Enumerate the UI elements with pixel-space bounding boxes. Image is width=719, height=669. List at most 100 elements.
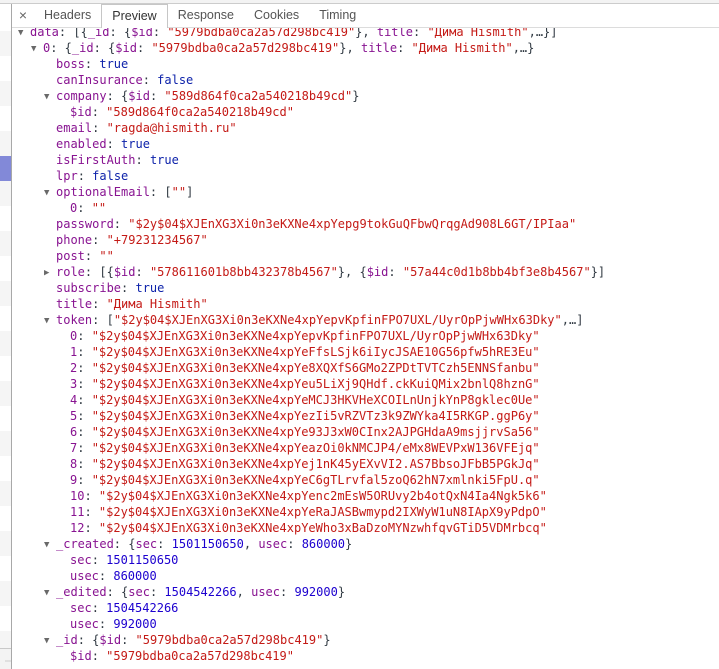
request-row[interactable] bbox=[0, 281, 11, 306]
json-string: "$2y$04$XJEnXG3Xi0n3eKXNe4xpYej1nK45yEXv… bbox=[91, 457, 540, 471]
tree-row[interactable]: 11: "$2y$04$XJEnXG3Xi0n3eKXNe4xpYeRaJASB… bbox=[12, 504, 719, 520]
request-list-rows bbox=[0, 4, 11, 656]
request-row[interactable] bbox=[0, 181, 11, 206]
preview-pane[interactable]: ▼ data: [{_id: {$id: "5979bdba0ca2a57d298… bbox=[12, 28, 719, 669]
tab-timing[interactable]: Timing bbox=[309, 4, 366, 27]
collapse-arrow-icon[interactable]: ▼ bbox=[18, 28, 30, 41]
tree-row[interactable]: usec: 992000 bbox=[12, 616, 719, 632]
request-row[interactable] bbox=[0, 31, 11, 56]
json-string: "Дима Hismith" bbox=[106, 297, 208, 311]
request-row[interactable] bbox=[0, 256, 11, 281]
tree-row[interactable]: ▼ optionalEmail: [""] bbox=[12, 184, 719, 200]
request-list-rail[interactable]: ⋯ bbox=[0, 4, 12, 669]
tree-row[interactable]: 8: "$2y$04$XJEnXG3Xi0n3eKXNe4xpYej1nK45y… bbox=[12, 456, 719, 472]
request-row[interactable] bbox=[0, 556, 11, 581]
tree-row[interactable]: ▶ role: [{$id: "578611601b8bb432378b4567"… bbox=[12, 264, 719, 280]
request-row[interactable] bbox=[0, 606, 11, 631]
tree-row[interactable]: post: "" bbox=[12, 248, 719, 264]
tree-row[interactable]: ▼ data: [{_id: {$id: "5979bdba0ca2a57d298… bbox=[12, 28, 719, 40]
json-key: _edited bbox=[56, 585, 107, 599]
tree-row[interactable]: 4: "$2y$04$XJEnXG3Xi0n3eKXNe4xpYeMCJ3HKV… bbox=[12, 392, 719, 408]
tree-row[interactable]: phone: "+79231234567" bbox=[12, 232, 719, 248]
request-row[interactable] bbox=[0, 106, 11, 131]
json-punctuation: : bbox=[92, 121, 107, 135]
json-key: $id bbox=[366, 265, 389, 279]
tree-row[interactable]: usec: 860000 bbox=[12, 568, 719, 584]
tree-row[interactable]: 6: "$2y$04$XJEnXG3Xi0n3eKXNe4xpYe93J3xW0… bbox=[12, 424, 719, 440]
json-punctuation: : bbox=[388, 265, 403, 279]
tree-row[interactable]: 3: "$2y$04$XJEnXG3Xi0n3eKXNe4xpYeu5LiXj9… bbox=[12, 376, 719, 392]
expand-arrow-icon[interactable]: ▶ bbox=[44, 265, 56, 281]
collapse-arrow-icon[interactable]: ▼ bbox=[44, 89, 56, 105]
tree-row[interactable]: ▼ _created: {sec: 1501150650, usec: 86000… bbox=[12, 536, 719, 552]
request-row[interactable] bbox=[0, 306, 11, 331]
tree-row[interactable]: password: "$2y$04$XJEnXG3Xi0n3eKXNe4xpYe… bbox=[12, 216, 719, 232]
tab-response[interactable]: Response bbox=[168, 4, 244, 27]
tree-row[interactable]: ▼ 0: {_id: {$id: "5979bdba0ca2a57d298bc41… bbox=[12, 40, 719, 56]
tree-row[interactable]: 2: "$2y$04$XJEnXG3Xi0n3eKXNe4xpYe8XQXfS6… bbox=[12, 360, 719, 376]
request-row[interactable] bbox=[0, 56, 11, 81]
json-string: "$2y$04$XJEnXG3Xi0n3eKXNe4xpYepvKpfinFPO… bbox=[91, 329, 540, 343]
request-row[interactable] bbox=[0, 131, 11, 156]
request-row[interactable] bbox=[0, 506, 11, 531]
tree-row[interactable]: sec: 1504542266 bbox=[12, 600, 719, 616]
tree-row[interactable]: subscribe: true bbox=[12, 280, 719, 296]
request-row[interactable] bbox=[0, 431, 11, 456]
request-row[interactable] bbox=[0, 581, 11, 606]
close-icon[interactable]: × bbox=[12, 4, 34, 27]
tree-row[interactable]: ▼ _edited: {sec: 1504542266, usec: 992000… bbox=[12, 584, 719, 600]
tree-row[interactable]: 7: "$2y$04$XJEnXG3Xi0n3eKXNe4xpYeazOi0kN… bbox=[12, 440, 719, 456]
tab-preview[interactable]: Preview bbox=[101, 4, 168, 28]
json-key: usec bbox=[70, 617, 99, 631]
request-row[interactable] bbox=[0, 81, 11, 106]
collapse-arrow-icon[interactable]: ▼ bbox=[44, 313, 56, 329]
json-key: _id bbox=[56, 633, 78, 647]
json-key: title bbox=[56, 297, 93, 311]
collapse-arrow-icon[interactable]: ▼ bbox=[44, 633, 56, 649]
tree-row[interactable]: $id: "589d864f0ca2a540218b49cd" bbox=[12, 104, 719, 120]
tab-headers[interactable]: Headers bbox=[34, 4, 101, 27]
tree-row[interactable]: 10: "$2y$04$XJEnXG3Xi0n3eKXNe4xpYenc2mEs… bbox=[12, 488, 719, 504]
tree-row[interactable]: 1: "$2y$04$XJEnXG3Xi0n3eKXNe4xpYeFfsLSjk… bbox=[12, 344, 719, 360]
request-row-selected[interactable] bbox=[0, 156, 11, 181]
tab-cookies[interactable]: Cookies bbox=[244, 4, 309, 27]
tree-row[interactable]: ▼ _id: {$id: "5979bdba0ca2a57d298bc419"} bbox=[12, 632, 719, 648]
request-row[interactable] bbox=[0, 481, 11, 506]
tree-row[interactable]: 0: "$2y$04$XJEnXG3Xi0n3eKXNe4xpYepvKpfin… bbox=[12, 328, 719, 344]
tree-row[interactable]: sec: 1501150650 bbox=[12, 552, 719, 568]
tree-row[interactable]: 0: "" bbox=[12, 200, 719, 216]
json-punctuation: }, bbox=[339, 41, 361, 55]
tree-row[interactable]: 12: "$2y$04$XJEnXG3Xi0n3eKXNe4xpYeWho3xB… bbox=[12, 520, 719, 536]
collapse-arrow-icon[interactable]: ▼ bbox=[31, 41, 43, 57]
json-punctuation: } bbox=[323, 633, 331, 647]
request-row[interactable] bbox=[0, 406, 11, 431]
tree-row[interactable]: email: "ragda@hismith.ru" bbox=[12, 120, 719, 136]
tree-row[interactable]: 9: "$2y$04$XJEnXG3Xi0n3eKXNe4xpYeC6gTLrv… bbox=[12, 472, 719, 488]
json-number: 992000 bbox=[113, 617, 157, 631]
json-punctuation: ] bbox=[186, 185, 194, 199]
tree-row[interactable]: title: "Дима Hismith" bbox=[12, 296, 719, 312]
request-row[interactable] bbox=[0, 331, 11, 356]
request-row[interactable] bbox=[0, 531, 11, 556]
tree-row[interactable]: enabled: true bbox=[12, 136, 719, 152]
tree-row[interactable]: boss: true bbox=[12, 56, 719, 72]
tree-row[interactable]: $id: "5979bdba0ca2a57d298bc419" bbox=[12, 648, 719, 664]
request-row[interactable] bbox=[0, 206, 11, 231]
tree-row[interactable]: canInsurance: false bbox=[12, 72, 719, 88]
request-row[interactable] bbox=[0, 381, 11, 406]
tree-row[interactable]: ▼ token: ["$2y$04$XJEnXG3Xi0n3eKXNe4xpYep… bbox=[12, 312, 719, 328]
tree-row[interactable]: isFirstAuth: true bbox=[12, 152, 719, 168]
tree-row[interactable]: ▼ company: {$id: "589d864f0ca2a540218b49c… bbox=[12, 88, 719, 104]
request-row[interactable] bbox=[0, 231, 11, 256]
request-row[interactable] bbox=[0, 356, 11, 381]
tree-row[interactable]: lpr: false bbox=[12, 168, 719, 184]
json-key: phone bbox=[56, 233, 93, 247]
collapse-arrow-icon[interactable]: ▼ bbox=[44, 537, 56, 553]
json-punctuation: ,…] bbox=[561, 313, 584, 327]
request-row[interactable] bbox=[0, 456, 11, 481]
tree-row[interactable]: 5: "$2y$04$XJEnXG3Xi0n3eKXNe4xpYezIi5vRZ… bbox=[12, 408, 719, 424]
json-string: "" bbox=[99, 249, 114, 263]
collapse-arrow-icon[interactable]: ▼ bbox=[44, 585, 56, 601]
collapse-arrow-icon[interactable]: ▼ bbox=[44, 185, 56, 201]
json-string: "$2y$04$XJEnXG3Xi0n3eKXNe4xpYeC6gTLrvfal… bbox=[91, 473, 540, 487]
